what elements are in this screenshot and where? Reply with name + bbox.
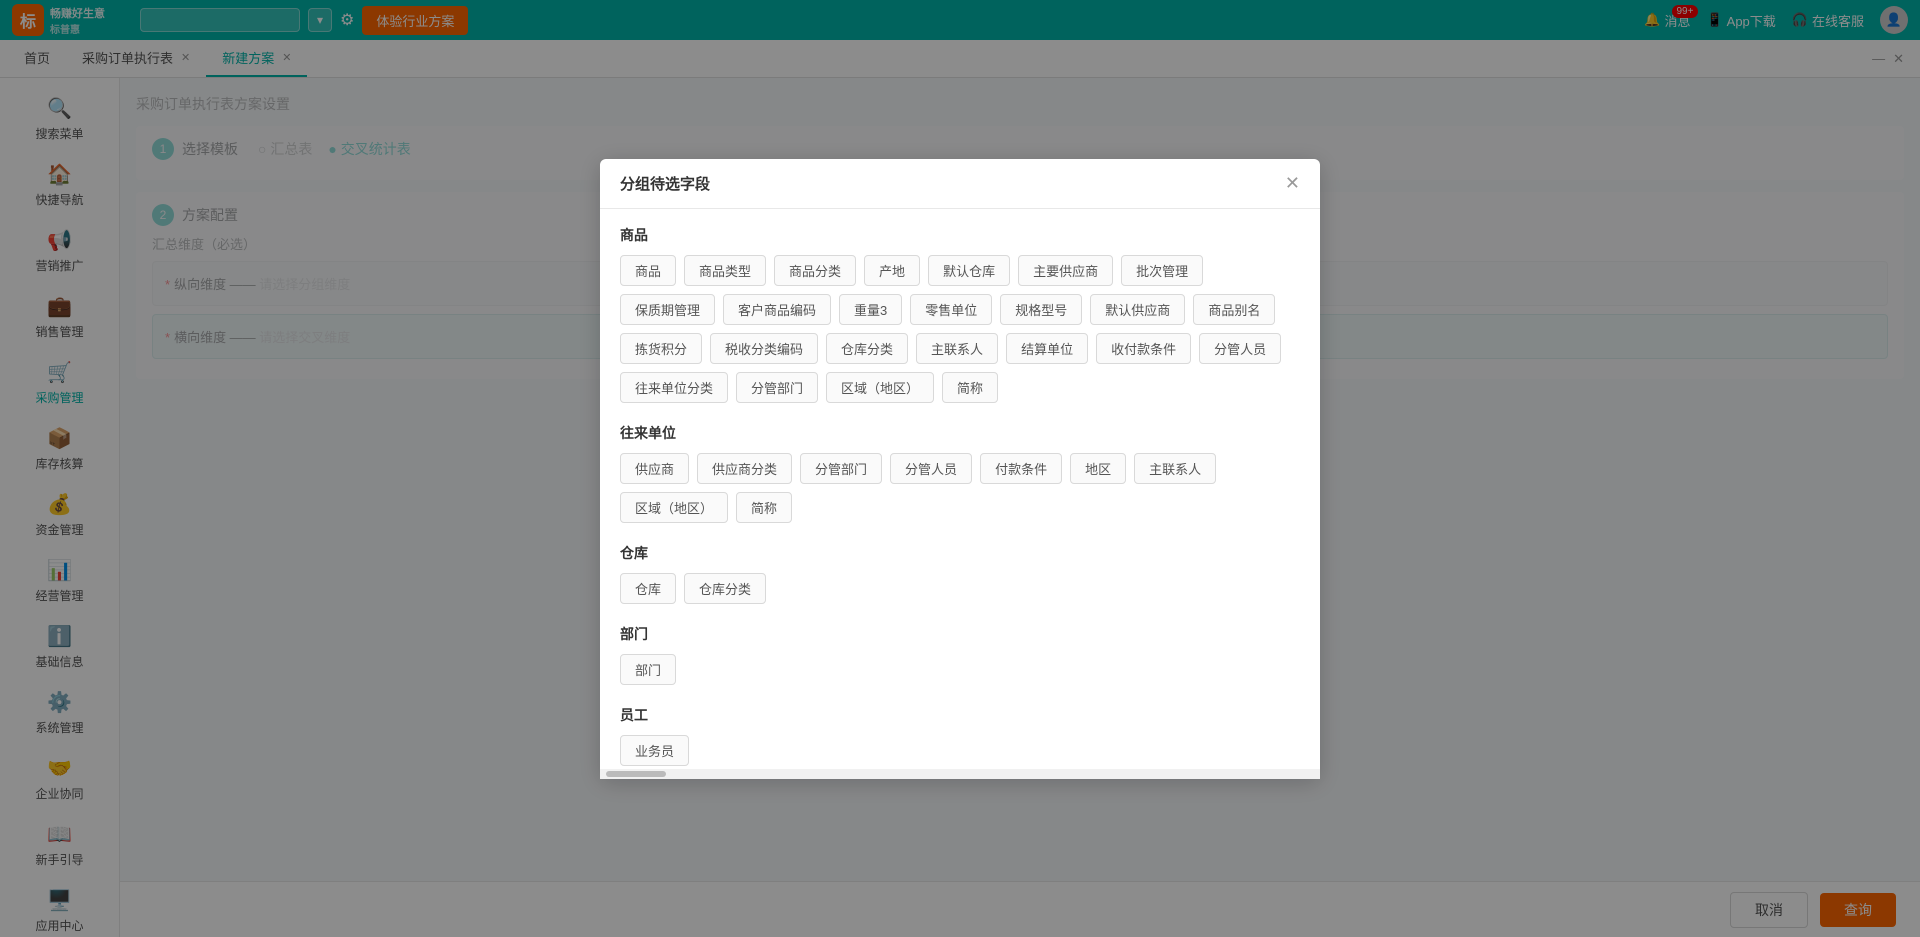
field-tag[interactable]: 地区 [1070,453,1126,484]
section-dept-title: 部门 [620,624,1300,644]
field-tag[interactable]: 客户商品编码 [723,294,831,325]
section-staff-title: 员工 [620,705,1300,725]
field-tag[interactable]: 主要供应商 [1018,255,1113,286]
section-partner-tags: 供应商 供应商分类 分管部门 分管人员 付款条件 地区 主联系人 区域（地区） … [620,453,1300,523]
section-warehouse: 仓库 仓库 仓库分类 [620,543,1300,604]
field-tag[interactable]: 付款条件 [980,453,1062,484]
field-tag[interactable]: 收付款条件 [1096,333,1191,364]
section-dept: 部门 部门 [620,624,1300,685]
field-tag[interactable]: 仓库分类 [684,573,766,604]
section-goods-tags: 商品 商品类型 商品分类 产地 默认仓库 主要供应商 批次管理 保质期管理 客户… [620,255,1300,403]
field-tag[interactable]: 往来单位分类 [620,372,728,403]
section-partner: 往来单位 供应商 供应商分类 分管部门 分管人员 付款条件 地区 主联系人 区域… [620,423,1300,523]
section-warehouse-title: 仓库 [620,543,1300,563]
modal-header: 分组待选字段 ✕ [600,159,1320,209]
modal-body: 商品 商品 商品类型 商品分类 产地 默认仓库 主要供应商 批次管理 保质期管理… [600,209,1320,769]
section-goods-title: 商品 [620,225,1300,245]
modal-close-button[interactable]: ✕ [1285,173,1300,194]
field-tag[interactable]: 分管人员 [1199,333,1281,364]
section-warehouse-tags: 仓库 仓库分类 [620,573,1300,604]
field-tag[interactable]: 分管人员 [890,453,972,484]
section-partner-title: 往来单位 [620,423,1300,443]
section-staff-tags: 业务员 [620,735,1300,766]
section-goods: 商品 商品 商品类型 商品分类 产地 默认仓库 主要供应商 批次管理 保质期管理… [620,225,1300,403]
field-tag[interactable]: 商品 [620,255,676,286]
field-tag[interactable]: 重量3 [839,294,902,325]
field-tag[interactable]: 保质期管理 [620,294,715,325]
field-tag[interactable]: 商品分类 [774,255,856,286]
modal-horizontal-scrollbar[interactable] [600,769,1320,779]
field-tag[interactable]: 产地 [864,255,920,286]
field-tag[interactable]: 批次管理 [1121,255,1203,286]
field-tag[interactable]: 主联系人 [916,333,998,364]
field-tag[interactable]: 部门 [620,654,676,685]
field-tag[interactable]: 仓库分类 [826,333,908,364]
field-tag[interactable]: 简称 [942,372,998,403]
field-tag[interactable]: 业务员 [620,735,689,766]
field-tag[interactable]: 默认仓库 [928,255,1010,286]
field-tag[interactable]: 区域（地区） [826,372,934,403]
field-tag[interactable]: 商品类型 [684,255,766,286]
section-staff: 员工 业务员 [620,705,1300,766]
field-tag[interactable]: 分管部门 [736,372,818,403]
modal-overlay: 分组待选字段 ✕ 商品 商品 商品类型 商品分类 产地 默认仓库 主要供应商 批… [0,0,1920,937]
field-tag[interactable]: 税收分类编码 [710,333,818,364]
field-tag[interactable]: 供应商 [620,453,689,484]
modal-dialog: 分组待选字段 ✕ 商品 商品 商品类型 商品分类 产地 默认仓库 主要供应商 批… [600,159,1320,779]
field-tag[interactable]: 零售单位 [910,294,992,325]
field-tag[interactable]: 默认供应商 [1090,294,1185,325]
field-tag[interactable]: 拣货积分 [620,333,702,364]
field-tag[interactable]: 供应商分类 [697,453,792,484]
field-tag[interactable]: 商品别名 [1193,294,1275,325]
field-tag[interactable]: 规格型号 [1000,294,1082,325]
field-tag[interactable]: 仓库 [620,573,676,604]
field-tag[interactable]: 结算单位 [1006,333,1088,364]
field-tag[interactable]: 主联系人 [1134,453,1216,484]
field-tag[interactable]: 分管部门 [800,453,882,484]
field-tag[interactable]: 区域（地区） [620,492,728,523]
field-tag[interactable]: 简称 [736,492,792,523]
section-dept-tags: 部门 [620,654,1300,685]
modal-title: 分组待选字段 [620,173,710,194]
